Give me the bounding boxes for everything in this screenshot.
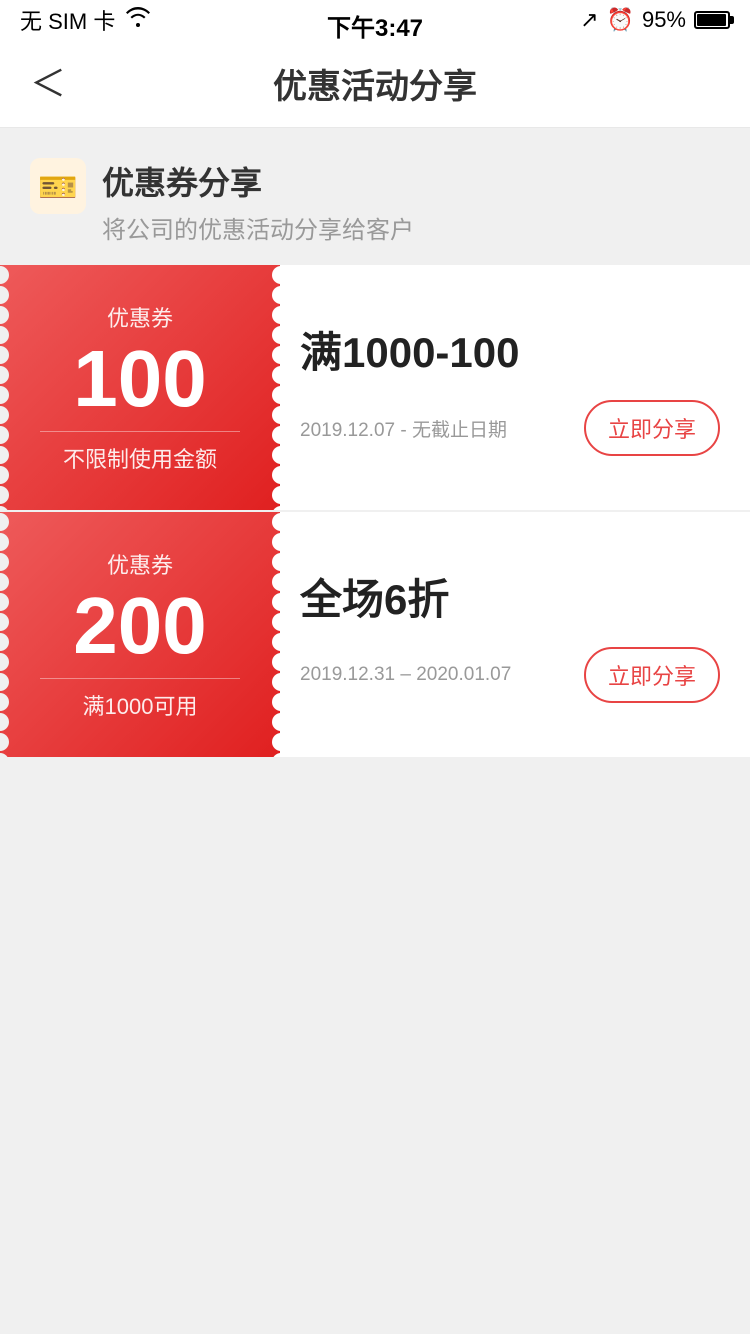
coupon-date-row-1: 2019.12.31 – 2020.01.07 立即分享 [300, 647, 720, 703]
status-left: 无 SIM 卡 [20, 4, 151, 36]
coupon-name-1: 全场6折 [300, 566, 720, 627]
coupon-share-icon: 🎫 [30, 158, 86, 214]
location-icon: ↗ [580, 7, 598, 33]
coupon-left-0: 优惠券 100 不限制使用金额 [0, 265, 280, 510]
status-bar: 无 SIM 卡 下午3:47 ↗ ⏰ 95% [0, 0, 750, 40]
coupon-amount-1: 200 [73, 586, 206, 666]
coupon-date-row-0: 2019.12.07 - 无截止日期立即分享 [300, 400, 720, 456]
svg-text:🎫: 🎫 [38, 169, 78, 205]
coupon-left-1: 优惠券 200 满1000可用 [0, 512, 280, 757]
coupon-condition-1: 满1000可用 [83, 689, 198, 721]
coupon-right-1: 全场6折 2019.12.31 – 2020.01.07 立即分享 [280, 512, 750, 757]
coupon-left-wrap-1: 优惠券 200 满1000可用 [0, 512, 280, 757]
coupon-card-1: 优惠券 200 满1000可用 全场6折 2019.12.31 – 2020.01.07… [0, 512, 750, 757]
coupon-condition-0: 不限制使用金额 [63, 442, 217, 474]
coupon-name-0: 满1000-100 [300, 319, 720, 380]
section-text: 优惠券分享 将公司的优惠活动分享给客户 [102, 158, 414, 245]
alarm-icon: ⏰ [607, 7, 634, 33]
status-right: ↗ ⏰ 95% [580, 7, 730, 33]
section-header: 🎫 优惠券分享 将公司的优惠活动分享给客户 [0, 128, 750, 265]
carrier-text: 无 SIM 卡 [20, 4, 115, 36]
section-title: 优惠券分享 [102, 158, 414, 204]
section-subtitle: 将公司的优惠活动分享给客户 [102, 210, 414, 245]
coupon-divider-0 [40, 431, 240, 432]
page-title: 优惠活动分享 [273, 59, 477, 108]
coupon-date-0: 2019.12.07 - 无截止日期 [300, 415, 572, 442]
coupon-share-button-1[interactable]: 立即分享 [584, 647, 720, 703]
coupon-right-0: 满1000-100 2019.12.07 - 无截止日期立即分享 [280, 265, 750, 510]
coupon-card-0: 优惠券 100 不限制使用金额 满1000-100 2019.12.07 - 无截止日期… [0, 265, 750, 510]
coupon-list: 优惠券 100 不限制使用金额 满1000-100 2019.12.07 - 无截止日期… [0, 265, 750, 799]
coupon-label-0: 优惠券 [107, 301, 173, 333]
nav-bar: ＜ 优惠活动分享 [0, 40, 750, 128]
bottom-area [0, 799, 750, 1299]
coupon-amount-0: 100 [73, 339, 206, 419]
back-button[interactable]: ＜ [30, 66, 66, 102]
coupon-date-1: 2019.12.31 – 2020.01.07 [300, 664, 572, 686]
coupon-share-button-0[interactable]: 立即分享 [584, 400, 720, 456]
battery-percent: 95% [642, 7, 686, 33]
coupon-divider-1 [40, 678, 240, 679]
wifi-icon [125, 7, 151, 33]
coupon-left-wrap-0: 优惠券 100 不限制使用金额 [0, 265, 280, 510]
battery-icon [694, 11, 730, 29]
coupon-label-1: 优惠券 [107, 548, 173, 580]
status-time: 下午3:47 [327, 8, 423, 43]
